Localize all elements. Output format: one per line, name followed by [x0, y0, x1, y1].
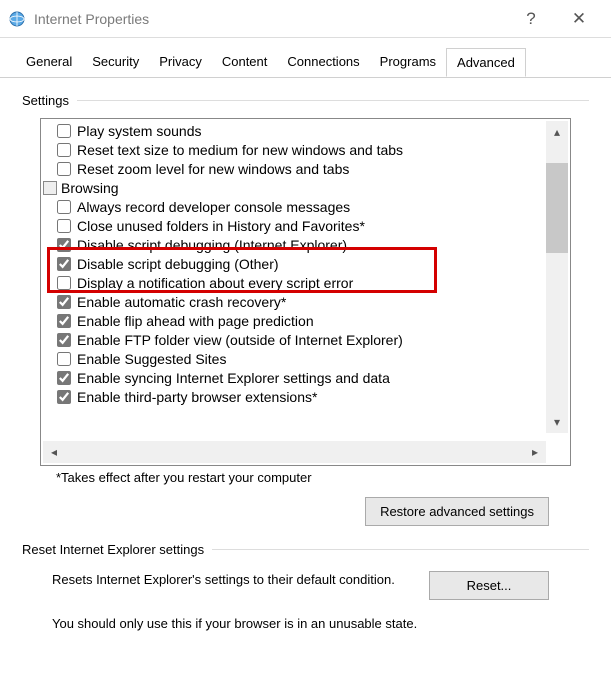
tree-item-checkbox[interactable]: [57, 162, 71, 176]
tree-item-label: Disable script debugging (Internet Explo…: [77, 237, 347, 253]
tree-item-label: Browsing: [61, 180, 119, 196]
restore-advanced-settings-button[interactable]: Restore advanced settings: [365, 497, 549, 526]
category-icon: [43, 181, 57, 195]
tree-category: Browsing: [41, 180, 570, 199]
tree-item-label: Play system sounds: [77, 123, 202, 139]
tree-item-label: Display a notification about every scrip…: [77, 275, 353, 291]
tree-item-checkbox[interactable]: [57, 200, 71, 214]
tree-item-label: Enable third-party browser extensions*: [77, 389, 317, 405]
tree-item-label: Always record developer console messages: [77, 199, 350, 215]
tab-content[interactable]: Content: [212, 48, 278, 77]
tree-item[interactable]: Display a notification about every scrip…: [41, 275, 570, 294]
divider: [77, 100, 589, 101]
tree-item[interactable]: Enable automatic crash recovery*: [41, 294, 570, 313]
tree-item-checkbox[interactable]: [57, 143, 71, 157]
tab-strip: General Security Privacy Content Connect…: [0, 38, 611, 78]
close-button[interactable]: ✕: [555, 0, 603, 38]
tree-item-checkbox[interactable]: [57, 257, 71, 271]
horizontal-scrollbar[interactable]: ◂ ▸: [43, 441, 546, 463]
tree-item[interactable]: Always record developer console messages: [41, 199, 570, 218]
tab-advanced[interactable]: Advanced: [446, 48, 526, 77]
tree-item[interactable]: Reset zoom level for new windows and tab…: [41, 161, 570, 180]
tree-item-checkbox[interactable]: [57, 352, 71, 366]
reset-description: Resets Internet Explorer's settings to t…: [52, 571, 409, 589]
tree-item-checkbox[interactable]: [57, 295, 71, 309]
tree-item-checkbox[interactable]: [57, 238, 71, 252]
tree-item-checkbox[interactable]: [57, 390, 71, 404]
tab-security[interactable]: Security: [82, 48, 149, 77]
tab-privacy[interactable]: Privacy: [149, 48, 212, 77]
scroll-down-arrow-icon[interactable]: ▾: [546, 411, 568, 433]
reset-group-label: Reset Internet Explorer settings: [22, 542, 589, 561]
reset-section: Reset Internet Explorer settings Resets …: [22, 542, 589, 631]
tree-item-checkbox[interactable]: [57, 333, 71, 347]
restart-note: *Takes effect after you restart your com…: [56, 470, 589, 485]
tree-item-label: Enable FTP folder view (outside of Inter…: [77, 332, 403, 348]
tree-item-label: Enable Suggested Sites: [77, 351, 226, 367]
tab-general[interactable]: General: [16, 48, 82, 77]
tree-item-label: Reset text size to medium for new window…: [77, 142, 403, 158]
reset-label-text: Reset Internet Explorer settings: [22, 542, 204, 557]
tree-item-checkbox[interactable]: [57, 371, 71, 385]
scroll-up-arrow-icon[interactable]: ▴: [546, 121, 568, 143]
settings-tree: Play system sounds Reset text size to med…: [40, 118, 571, 466]
tree-item-label: Enable syncing Internet Explorer setting…: [77, 370, 390, 386]
scroll-right-arrow-icon[interactable]: ▸: [524, 441, 546, 463]
divider: [212, 549, 589, 550]
tree-item[interactable]: Play system sounds: [41, 123, 570, 142]
reset-warning: You should only use this if your browser…: [52, 616, 589, 631]
help-button[interactable]: ?: [507, 0, 555, 38]
tree-item-label: Enable automatic crash recovery*: [77, 294, 286, 310]
settings-label-text: Settings: [22, 93, 69, 108]
tree-item-checkbox[interactable]: [57, 124, 71, 138]
window-title: Internet Properties: [34, 11, 507, 27]
tree-item[interactable]: Close unused folders in History and Favo…: [41, 218, 570, 237]
tree-item[interactable]: Enable syncing Internet Explorer setting…: [41, 370, 570, 389]
tab-content-advanced: Settings Play system sounds Reset text si…: [0, 77, 611, 631]
tree-item-checkbox[interactable]: [57, 219, 71, 233]
tree-item[interactable]: Disable script debugging (Internet Explo…: [41, 237, 570, 256]
tree-item[interactable]: Enable flip ahead with page prediction: [41, 313, 570, 332]
tree-item[interactable]: Reset text size to medium for new window…: [41, 142, 570, 161]
tree-item[interactable]: Enable FTP folder view (outside of Inter…: [41, 332, 570, 351]
tree-item-checkbox[interactable]: [57, 314, 71, 328]
tree-item-label: Disable script debugging (Other): [77, 256, 279, 272]
settings-tree-scroll[interactable]: Play system sounds Reset text size to med…: [41, 123, 570, 433]
titlebar: Internet Properties ? ✕: [0, 0, 611, 38]
tab-programs[interactable]: Programs: [370, 48, 446, 77]
tree-item-checkbox[interactable]: [57, 276, 71, 290]
tree-item[interactable]: Enable third-party browser extensions*: [41, 389, 570, 408]
tree-item[interactable]: Disable script debugging (Other): [41, 256, 570, 275]
scroll-thumb[interactable]: [546, 163, 568, 253]
tree-item-label: Reset zoom level for new windows and tab…: [77, 161, 349, 177]
settings-group-label: Settings: [22, 93, 589, 112]
reset-button[interactable]: Reset...: [429, 571, 549, 600]
internet-options-icon: [8, 10, 26, 28]
tree-item[interactable]: Enable Suggested Sites: [41, 351, 570, 370]
vertical-scrollbar[interactable]: ▴ ▾: [546, 121, 568, 433]
scroll-left-arrow-icon[interactable]: ◂: [43, 441, 65, 463]
tree-item-label: Enable flip ahead with page prediction: [77, 313, 314, 329]
tab-connections[interactable]: Connections: [277, 48, 369, 77]
tree-item-label: Close unused folders in History and Favo…: [77, 218, 365, 234]
